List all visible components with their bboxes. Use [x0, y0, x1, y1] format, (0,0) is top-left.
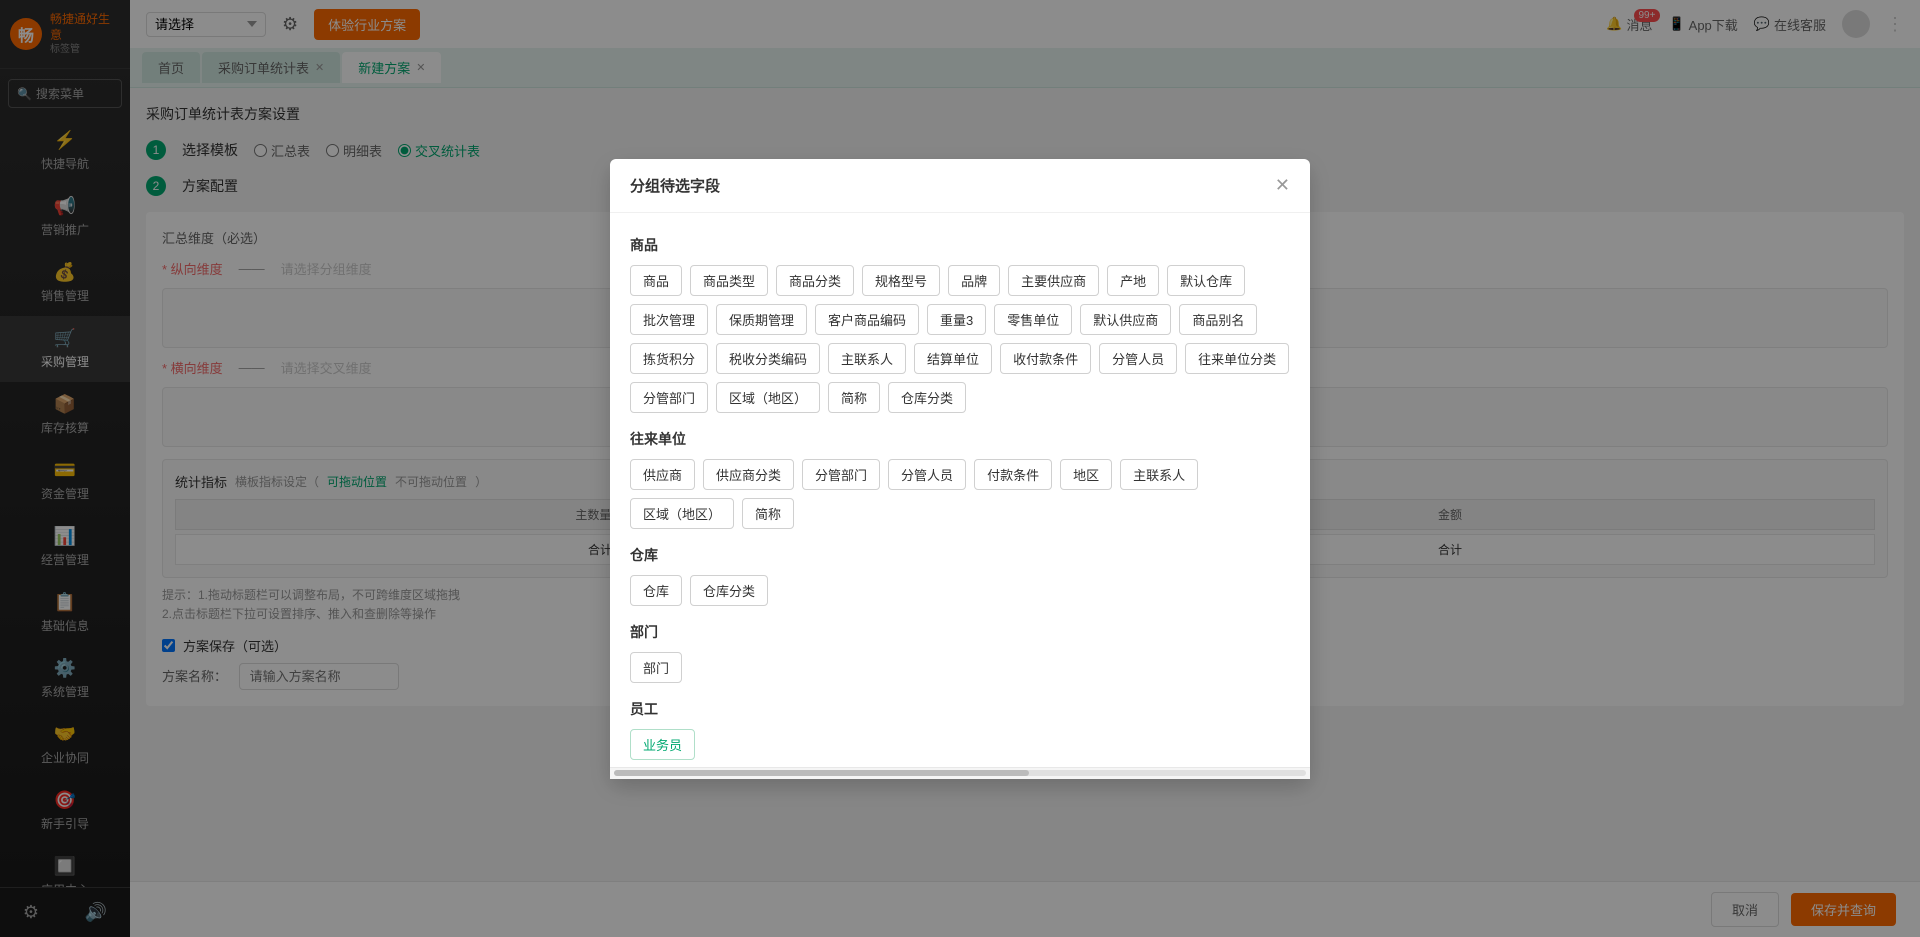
field-tag-origin-unit-category[interactable]: 往来单位分类	[1185, 343, 1289, 374]
field-tag-main-contact[interactable]: 主联系人	[828, 343, 906, 374]
field-tag-weight3[interactable]: 重量3	[927, 304, 986, 335]
field-tag-warehouse-cat[interactable]: 仓库分类	[690, 575, 768, 606]
field-tag-spec-type[interactable]: 规格型号	[862, 265, 940, 296]
field-tag-dept-mgmt[interactable]: 分管部门	[630, 382, 708, 413]
field-tag-main-supplier[interactable]: 主要供应商	[1008, 265, 1099, 296]
field-tag-default-supplier[interactable]: 默认供应商	[1080, 304, 1171, 335]
section-title-employee: 员工	[630, 699, 1290, 719]
field-tag-dept-partner[interactable]: 分管部门	[802, 459, 880, 490]
field-tag-payment-terms[interactable]: 收付款条件	[1000, 343, 1091, 374]
section-title-dept: 部门	[630, 622, 1290, 642]
modal-overlay[interactable]: 分组待选字段 ✕ 商品商品商品类型商品分类规格型号品牌主要供应商产地默认仓库批次…	[0, 0, 1920, 937]
field-tag-default-warehouse[interactable]: 默认仓库	[1167, 265, 1245, 296]
field-tag-product[interactable]: 商品	[630, 265, 682, 296]
field-tag-origin[interactable]: 产地	[1107, 265, 1159, 296]
section-title-warehouse: 仓库	[630, 545, 1290, 565]
field-tag-salesperson[interactable]: 业务员	[630, 729, 695, 760]
field-tag-customer-code[interactable]: 客户商品编码	[815, 304, 919, 335]
field-tag-region2-partner[interactable]: 区域（地区）	[630, 498, 734, 529]
field-tags-partner: 供应商供应商分类分管部门分管人员付款条件地区主联系人区域（地区） 简称	[630, 459, 1290, 529]
field-tag-short-name[interactable]: 简称	[828, 382, 880, 413]
modal-header: 分组待选字段 ✕	[610, 159, 1310, 213]
field-tag-retail-unit[interactable]: 零售单位	[994, 304, 1072, 335]
field-tag-supervisor[interactable]: 分管人员	[1099, 343, 1177, 374]
field-tags-product: 商品商品类型商品分类规格型号品牌主要供应商产地默认仓库批次管理保质期管理客户商品…	[630, 265, 1290, 413]
field-tag-supplier-category[interactable]: 供应商分类	[703, 459, 794, 490]
field-tag-batch-mgmt[interactable]: 批次管理	[630, 304, 708, 335]
field-tag-short-name-partner[interactable]: 简称	[742, 498, 794, 529]
modal-scrollbar[interactable]	[610, 767, 1310, 779]
scrollbar-track	[614, 770, 1306, 776]
field-tag-supervisor-partner[interactable]: 分管人员	[888, 459, 966, 490]
field-tag-region-partner[interactable]: 地区	[1060, 459, 1112, 490]
field-tag-pick-points[interactable]: 拣货积分	[630, 343, 708, 374]
field-tag-brand[interactable]: 品牌	[948, 265, 1000, 296]
field-tag-supplier[interactable]: 供应商	[630, 459, 695, 490]
field-tag-tax-code[interactable]: 税收分类编码	[716, 343, 820, 374]
field-tags-warehouse: 仓库仓库分类	[630, 575, 1290, 606]
modal-body: 商品商品商品类型商品分类规格型号品牌主要供应商产地默认仓库批次管理保质期管理客户…	[610, 213, 1310, 767]
field-tag-warehouse-category[interactable]: 仓库分类	[888, 382, 966, 413]
modal-close-button[interactable]: ✕	[1275, 176, 1290, 194]
field-tag-payment-cond[interactable]: 付款条件	[974, 459, 1052, 490]
field-tag-product-category[interactable]: 商品分类	[776, 265, 854, 296]
field-tag-expiry-mgmt[interactable]: 保质期管理	[716, 304, 807, 335]
field-tag-warehouse[interactable]: 仓库	[630, 575, 682, 606]
field-tag-region-product[interactable]: 区域（地区）	[716, 382, 820, 413]
field-tags-employee: 业务员	[630, 729, 1290, 760]
field-tags-dept: 部门	[630, 652, 1290, 683]
section-title-product: 商品	[630, 235, 1290, 255]
field-tag-main-contact-partner[interactable]: 主联系人	[1120, 459, 1198, 490]
modal-dialog: 分组待选字段 ✕ 商品商品商品类型商品分类规格型号品牌主要供应商产地默认仓库批次…	[610, 159, 1310, 779]
field-tag-settlement-unit[interactable]: 结算单位	[914, 343, 992, 374]
modal-title: 分组待选字段	[630, 175, 720, 196]
section-title-partner: 往来单位	[630, 429, 1290, 449]
field-tag-product-alias[interactable]: 商品别名	[1179, 304, 1257, 335]
scrollbar-thumb	[614, 770, 1029, 776]
field-tag-product-type[interactable]: 商品类型	[690, 265, 768, 296]
field-tag-dept[interactable]: 部门	[630, 652, 682, 683]
